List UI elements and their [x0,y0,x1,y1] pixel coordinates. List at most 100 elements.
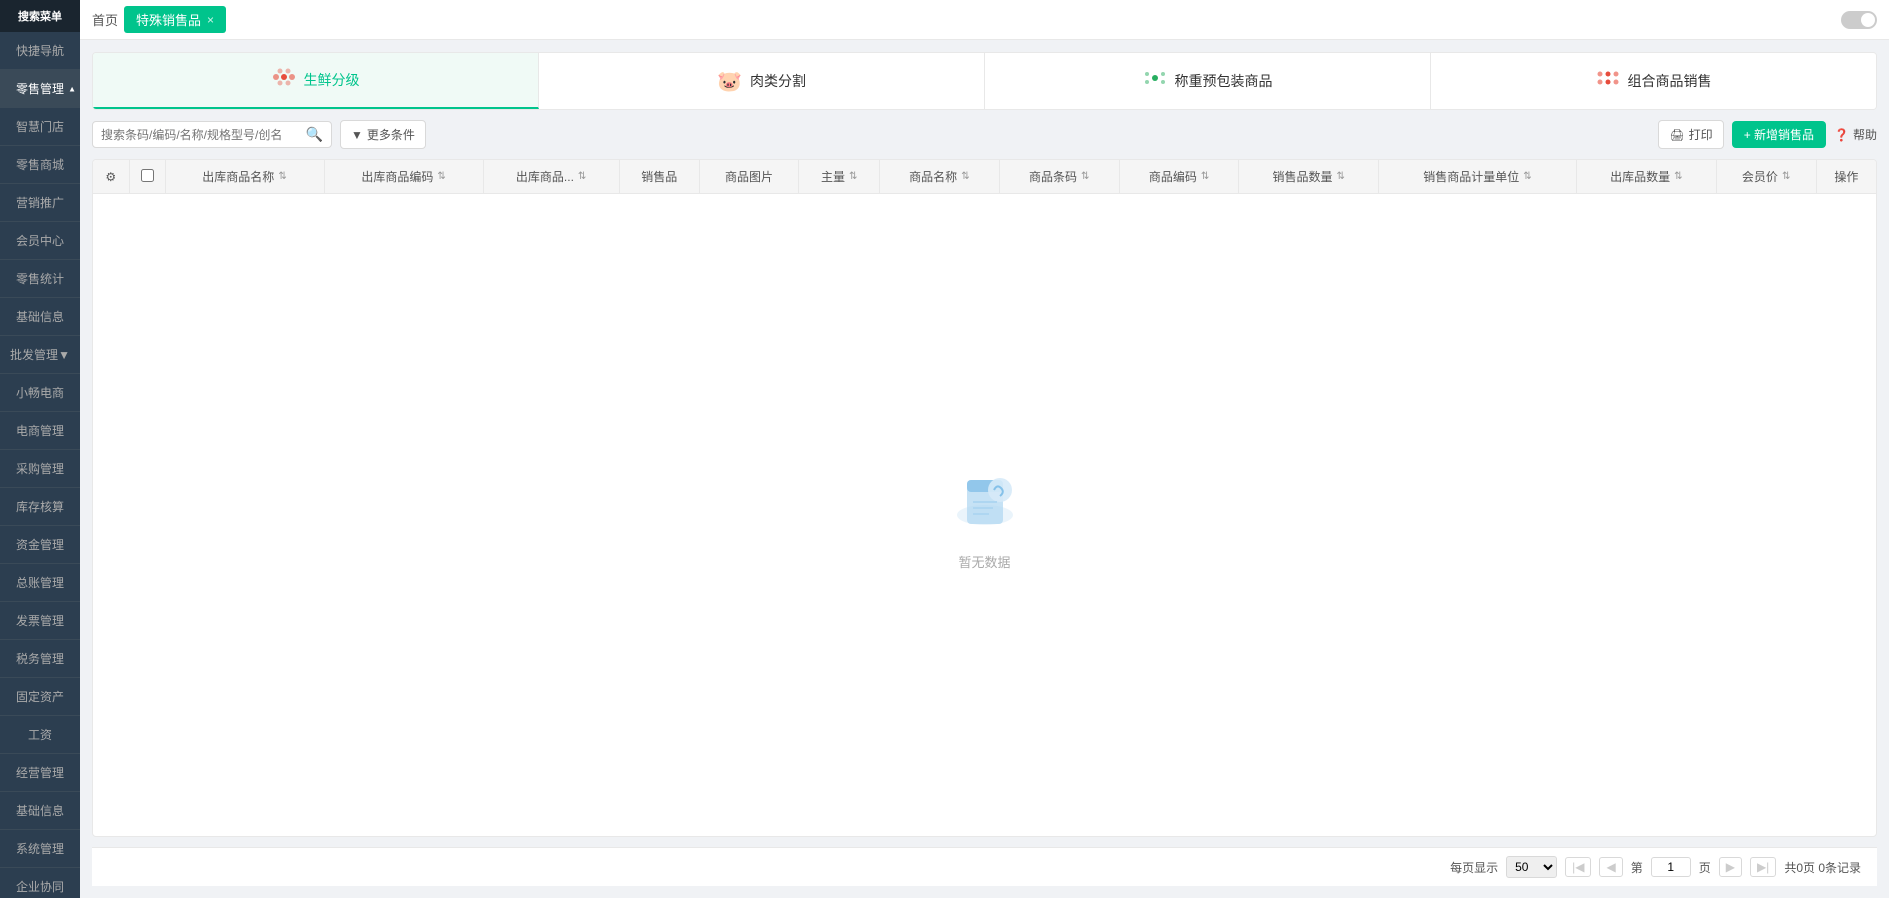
toolbar-right: 🖨 打印 + 新增销售品 ❓ 帮助 [1658,120,1877,149]
active-tab[interactable]: 特殊销售品 × [124,6,226,33]
page-size-label: 每页显示 [1450,859,1498,876]
toolbar: 🔍 ▼ 更多条件 🖨 打印 + 新增销售品 ❓ 帮助 [92,120,1877,149]
th-product-code[interactable]: 商品编码 ⇅ [1119,160,1239,194]
sort-icon-out-qty[interactable]: ⇅ [1674,171,1682,182]
th-sale-qty-label: 销售品数量 [1272,168,1332,185]
th-product-img[interactable]: 商品图片 [699,160,799,194]
th-sale-item-label: 销售品 [641,170,677,184]
sort-icon-main-qty[interactable]: ⇅ [849,171,857,182]
combo-sale-label: 组合商品销售 [1628,71,1712,91]
th-out-spec[interactable]: 出库商品... ⇅ [483,160,619,194]
sidebar-item-retail-mall[interactable]: 零售商城 [0,146,80,184]
sidebar-item-salary[interactable]: 工资 [0,716,80,754]
sidebar-item-fixed-assets[interactable]: 固定资产 [0,678,80,716]
sidebar-item-general-ledger[interactable]: 总账管理 [0,564,80,602]
sidebar-item-sales-promo[interactable]: 营销推广 [0,184,80,222]
tab-weight-pack[interactable]: 称重预包装商品 [985,53,1431,109]
sort-icon-product-code[interactable]: ⇅ [1201,171,1209,182]
new-product-button[interactable]: + 新增销售品 [1732,121,1826,148]
sidebar-item-basic-info[interactable]: 基础信息 [0,298,80,336]
print-label: 打印 [1689,126,1713,143]
th-checkbox[interactable] [129,160,165,194]
filter-icon: ▼ [351,128,363,142]
pagination-bar: 每页显示 50 10 20 100 |◀ ◀ 第 页 ▶ ▶| 共0页 0条记录 [92,847,1877,886]
sidebar-item-system-mgmt[interactable]: 系统管理 [0,830,80,868]
active-tab-label: 特殊销售品 [136,10,201,29]
sort-icon-barcode[interactable]: ⇅ [1081,171,1089,182]
th-op: 操作 [1816,160,1876,194]
sidebar-item-business-mgmt[interactable]: 经营管理 [0,754,80,792]
sort-icon-sale-qty[interactable]: ⇅ [1336,171,1344,182]
home-tab[interactable]: 首页 [92,10,118,29]
sidebar-item-basic-info2[interactable]: 基础信息 [0,792,80,830]
sort-icon-sale-unit[interactable]: ⇅ [1523,171,1531,182]
th-sale-qty[interactable]: 销售品数量 ⇅ [1239,160,1378,194]
sort-icon-out-name[interactable]: ⇅ [278,171,286,182]
first-page-button[interactable]: |◀ [1565,857,1591,877]
th-out-code[interactable]: 出库商品编码 ⇅ [324,160,483,194]
breadcrumb: 首页 特殊销售品 × [92,6,226,33]
page-size-select[interactable]: 50 10 20 100 [1506,856,1557,878]
tab-meat-cut[interactable]: 🐷 肉类分割 [539,53,985,109]
fresh-grade-label: 生鲜分级 [304,70,360,90]
sidebar-item-enterprise-coop[interactable]: 企业协同 [0,868,80,898]
th-out-code-label: 出库商品编码 [361,168,433,185]
sort-icon-out-spec[interactable]: ⇅ [578,171,586,182]
sort-icon-out-code[interactable]: ⇅ [437,171,445,182]
page-unit: 页 [1699,859,1711,876]
th-member-price-label: 会员价 [1742,168,1778,185]
search-box[interactable]: 🔍 [92,121,332,148]
last-page-button[interactable]: ▶| [1750,857,1776,877]
help-button[interactable]: ❓ 帮助 [1834,126,1877,143]
empty-state: 暂无数据 [93,194,1876,836]
sidebar-item-smart-store[interactable]: 智慧门店 [0,108,80,146]
sidebar-item-wholesale-mgmt[interactable]: 批发管理 [0,336,80,374]
print-icon: 🖨 [1669,128,1684,142]
sidebar-item-quick-nav[interactable]: 快捷导航 [0,32,80,70]
weight-pack-icon [1143,68,1167,94]
tab-combo-sale[interactable]: 组合商品销售 [1431,53,1876,109]
close-tab-button[interactable]: × [207,13,214,27]
toggle-switch[interactable] [1841,11,1877,29]
weight-pack-label: 称重预包装商品 [1175,71,1273,91]
select-all-checkbox[interactable] [141,169,154,182]
top-bar-actions [1841,11,1877,29]
sort-icon-product-name[interactable]: ⇅ [961,171,969,182]
sidebar-item-finance-mgmt[interactable]: 资金管理 [0,526,80,564]
table-container: ⚙ 出库商品名称 ⇅ 出库商 [92,159,1877,837]
th-out-qty[interactable]: 出库品数量 ⇅ [1577,160,1716,194]
th-out-name[interactable]: 出库商品名称 ⇅ [165,160,324,194]
sidebar-item-purchase-mgmt[interactable]: 采购管理 [0,450,80,488]
sidebar-item-retail-stat[interactable]: 零售统计 [0,260,80,298]
help-label: 帮助 [1853,126,1877,143]
sort-icon-member-price[interactable]: ⇅ [1782,171,1790,182]
category-tabs: 生鲜分级 🐷 肉类分割 称重预包装商品 [92,52,1877,110]
th-member-price[interactable]: 会员价 ⇅ [1716,160,1816,194]
th-product-img-label: 商品图片 [725,170,773,184]
sidebar-item-member-center[interactable]: 会员中心 [0,222,80,260]
prev-page-button[interactable]: ◀ [1599,857,1622,877]
sidebar-item-mini-ecom[interactable]: 小畅电商 [0,374,80,412]
th-sale-item[interactable]: 销售品 [619,160,699,194]
sidebar-item-inventory-check[interactable]: 库存核算 [0,488,80,526]
main-area: 首页 特殊销售品 × [80,0,1889,898]
th-product-code-label: 商品编码 [1149,168,1197,185]
th-product-name-label: 商品名称 [909,168,957,185]
th-sale-unit[interactable]: 销售商品计量单位 ⇅ [1378,160,1576,194]
sidebar-item-ecom-mgmt[interactable]: 电商管理 [0,412,80,450]
th-product-name[interactable]: 商品名称 ⇅ [879,160,999,194]
print-button[interactable]: 🖨 打印 [1658,120,1723,149]
th-settings[interactable]: ⚙ [93,160,129,194]
tab-fresh-grade[interactable]: 生鲜分级 [93,53,539,109]
next-page-button[interactable]: ▶ [1719,857,1742,877]
filter-button[interactable]: ▼ 更多条件 [340,120,426,149]
fresh-grade-icon [272,67,296,93]
sidebar-item-invoice-mgmt[interactable]: 发票管理 [0,602,80,640]
search-input[interactable] [101,128,302,142]
th-barcode[interactable]: 商品条码 ⇅ [999,160,1119,194]
th-main-qty[interactable]: 主量 ⇅ [799,160,880,194]
sidebar-item-retail-mgmt[interactable]: 零售管理 [0,70,80,108]
page-number-input[interactable] [1651,857,1691,877]
sidebar-item-tax-mgmt[interactable]: 税务管理 [0,640,80,678]
empty-icon [945,460,1025,540]
